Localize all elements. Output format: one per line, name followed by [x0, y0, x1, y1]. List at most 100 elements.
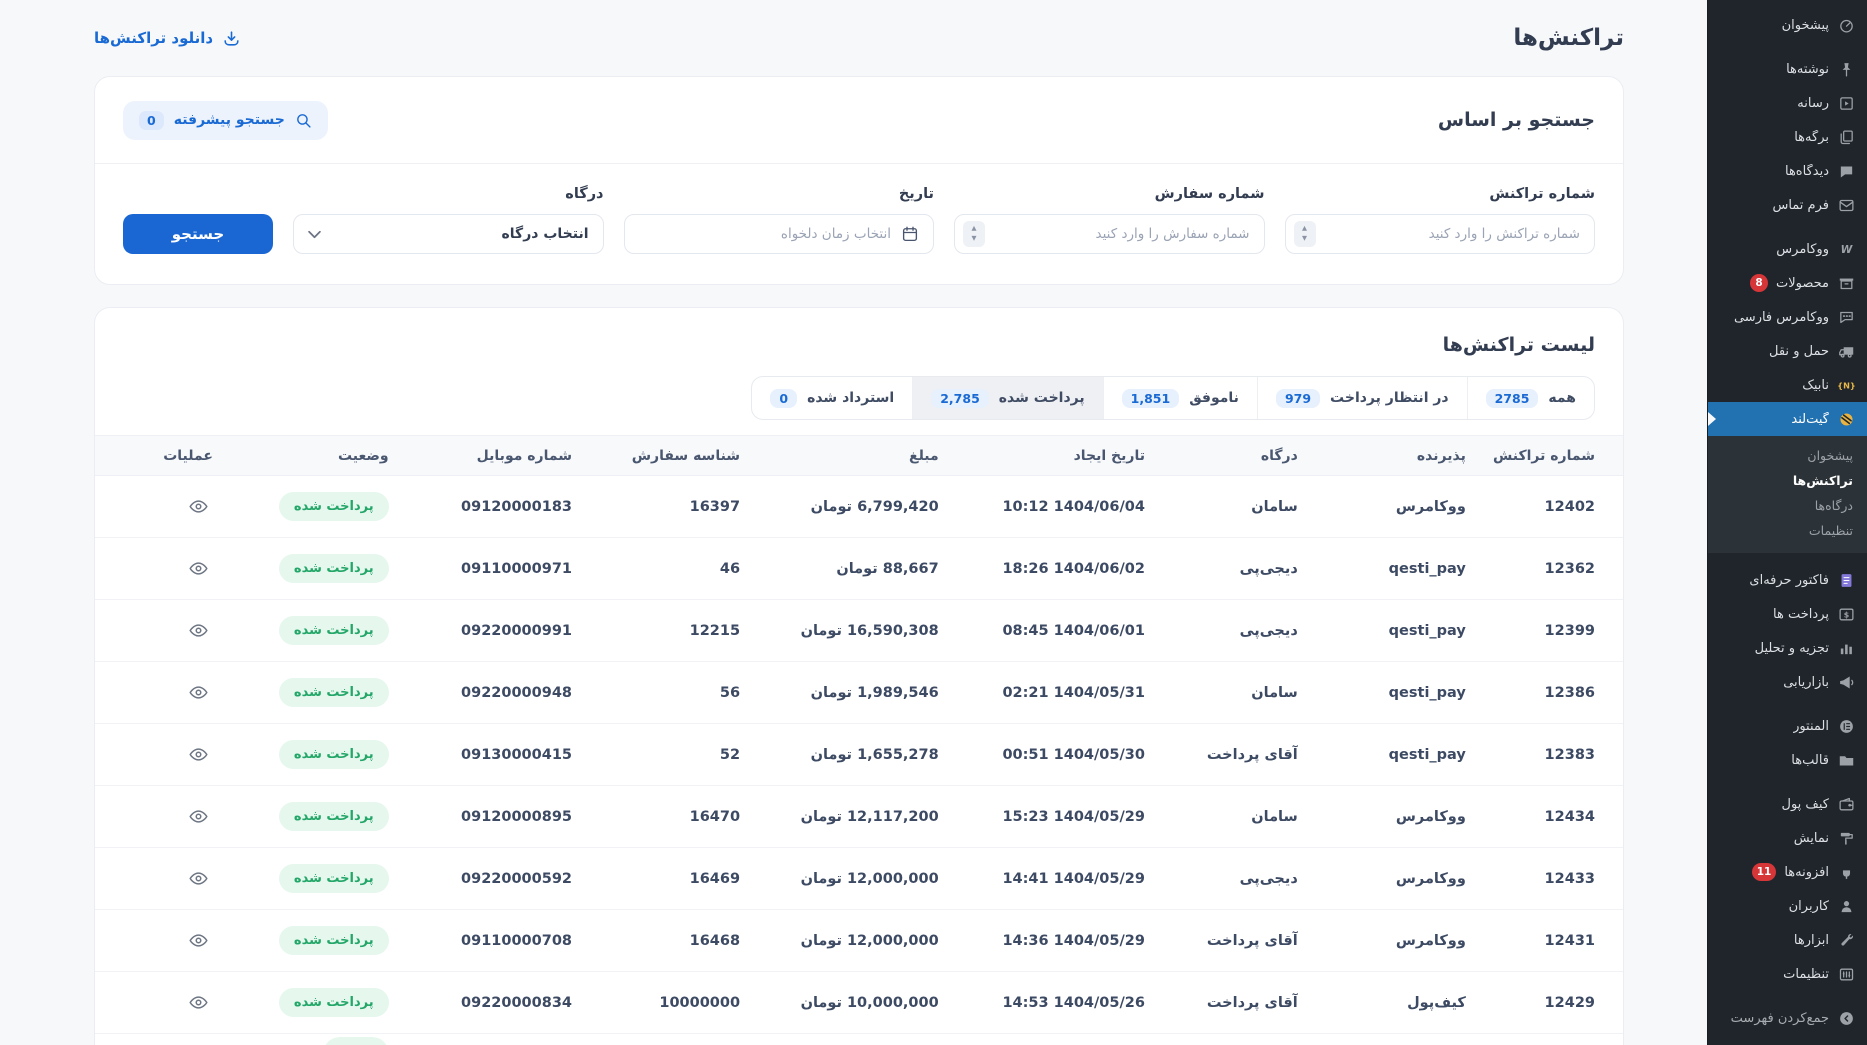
- cell-mobile: 09220000991: [401, 600, 584, 662]
- sidebar-item-collapse-menu[interactable]: جمع‌کردن فهرست: [1708, 1001, 1867, 1035]
- date-input[interactable]: [639, 226, 892, 242]
- sidebar-item-gateland[interactable]: گیت‌لند: [1708, 402, 1867, 436]
- table-row: 12362qesti_payدیجی‌پی18:26 1404/06/0288,…: [95, 538, 1623, 600]
- sidebar-item-payments[interactable]: $پرداخت ها: [1708, 597, 1867, 631]
- cell-transaction-id: 12402: [1478, 476, 1623, 538]
- sidebar-item-wallet[interactable]: کیف پول: [1708, 787, 1867, 821]
- cell-merchant: کیف‌پول: [1310, 972, 1478, 1034]
- cell-mobile: 09120000895: [401, 786, 584, 848]
- cell-merchant: ووکامرس: [1310, 910, 1478, 972]
- sidebar-item-shipping[interactable]: حمل و نقل: [1708, 334, 1867, 368]
- cell-mobile-value: 09110000708: [461, 933, 572, 949]
- sidebar-item-label: حمل و نقل: [1769, 344, 1829, 359]
- sidebar-item-analytics[interactable]: تجزیه و تحلیل: [1708, 631, 1867, 665]
- cell-order-id: 12215: [584, 600, 752, 662]
- sidebar-item-settings[interactable]: تنظیمات: [1708, 957, 1867, 991]
- pages-icon: [1837, 128, 1855, 146]
- sidebar-item-appearance[interactable]: نمایش: [1708, 821, 1867, 855]
- gateway-select[interactable]: انتخاب درگاه: [293, 214, 604, 254]
- tab-failed[interactable]: ناموفق1,851: [1103, 377, 1257, 419]
- sidebar-item-pro-invoice[interactable]: فاکتور حرفه‌ای: [1708, 563, 1867, 597]
- view-transaction-button[interactable]: [184, 864, 213, 893]
- sidebar-item-label: تجزیه و تحلیل: [1755, 641, 1829, 656]
- sidebar-group: فاکتور حرفه‌ای$پرداخت ها تجزیه و تحلیل باز…: [1708, 563, 1867, 699]
- cell-status: پرداخت شده: [225, 476, 401, 538]
- sidebar-item-tools[interactable]: ابزارها: [1708, 923, 1867, 957]
- transaction-number-input[interactable]: [1300, 226, 1581, 242]
- sidebar-item-pages[interactable]: برگه‌ها: [1708, 120, 1867, 154]
- view-transaction-button[interactable]: [184, 802, 213, 831]
- sidebar-item-media[interactable]: رسانه: [1708, 86, 1867, 120]
- sidebar-item-label: فرم تماس: [1772, 198, 1829, 213]
- cell-status: پرداخت شده: [225, 786, 401, 848]
- sidebar-item-nabik[interactable]: {N}نابیک: [1708, 368, 1867, 402]
- dashboard-icon: [1837, 16, 1855, 34]
- woocommerce-icon: W: [1837, 240, 1855, 258]
- cell-created-at: 10:12 1404/06/04: [951, 476, 1157, 538]
- view-transaction-button[interactable]: [184, 554, 213, 583]
- status-badge: پرداخت شده: [279, 864, 389, 893]
- column-header-merchant: پذیرنده: [1310, 436, 1478, 476]
- cell-gateway: سامان: [1157, 662, 1310, 724]
- number-stepper-icon[interactable]: ▲▼: [1294, 221, 1316, 247]
- cell-amount: 10,000,000 تومان: [752, 972, 951, 1034]
- download-icon: [222, 29, 241, 48]
- order-number-input[interactable]: [969, 226, 1250, 242]
- sidebar-item-label: نوشته‌ها: [1786, 62, 1829, 77]
- sidebar-item-dashboard[interactable]: پیشخوان: [1708, 8, 1867, 42]
- tab-all[interactable]: همه2785: [1467, 377, 1594, 419]
- sidebar-item-plugins[interactable]: افزونه‌ها11: [1708, 855, 1867, 889]
- cell-order-id: 46: [584, 538, 752, 600]
- cell-amount: 88,667 تومان: [752, 538, 951, 600]
- sidebar-item-marketing[interactable]: بازاریابی: [1708, 665, 1867, 699]
- cell-order-id: 16468: [584, 910, 752, 972]
- advanced-search-button[interactable]: جستجو پیشرفته 0: [123, 101, 328, 140]
- sidebar-group: نوشته‌ها رسانهبرگه‌هادیدگاه‌ها فرم تماس: [1708, 52, 1867, 222]
- sidebar-item-contact-form[interactable]: فرم تماس: [1708, 188, 1867, 222]
- date-label: تاریخ: [624, 186, 935, 202]
- sidebar-subitem-gateland-transactions[interactable]: تراکنش‌ها: [1708, 468, 1867, 493]
- sidebar-subitem-gateland-gateways[interactable]: درگاه‌ها: [1708, 493, 1867, 518]
- view-transaction-button[interactable]: [184, 988, 213, 1017]
- view-transaction-button[interactable]: [184, 678, 213, 707]
- cell-created-at: 14:53 1404/05/26: [951, 972, 1157, 1034]
- sidebar-subitem-gateland-dashboard[interactable]: پیشخوان: [1708, 443, 1867, 468]
- cell-mobile: 09110000708: [401, 910, 584, 972]
- search-button[interactable]: جستجو: [123, 214, 273, 254]
- collapse-icon: [1837, 1009, 1855, 1027]
- sidebar-item-comments[interactable]: دیدگاه‌ها: [1708, 154, 1867, 188]
- cell-transaction-id: 12386: [1478, 662, 1623, 724]
- download-transactions-link[interactable]: دانلود تراکنش‌ها: [94, 29, 241, 48]
- view-transaction-button[interactable]: [184, 492, 213, 521]
- sidebar-item-posts[interactable]: نوشته‌ها: [1708, 52, 1867, 86]
- view-transaction-button[interactable]: [184, 926, 213, 955]
- filters-row: شماره تراکنش ▲▼ شماره سفارش ▲▼ تاریخ: [95, 164, 1623, 284]
- transactions-table: شماره تراکنشپذیرندهدرگاهتاریخ ایجادمبلغش…: [95, 435, 1623, 1045]
- sidebar-item-label: ووکامرس: [1776, 242, 1829, 257]
- sidebar-item-users[interactable]: کاربران: [1708, 889, 1867, 923]
- table-row: 12402ووکامرسسامان10:12 1404/06/046,799,4…: [95, 476, 1623, 538]
- sidebar-item-woocommerce[interactable]: W ووکامرس: [1708, 232, 1867, 266]
- sidebar-item-templates[interactable]: قالب‌ها: [1708, 743, 1867, 777]
- cell-created-at: 02:21 1404/05/31: [951, 662, 1157, 724]
- tab-refunded[interactable]: استرداد شده0: [752, 377, 912, 419]
- table-row: 12386qesti_payسامان02:21 1404/05/311,989…: [95, 662, 1623, 724]
- cell-amount: 1,989,546 تومان: [752, 662, 951, 724]
- cell-empty: [1157, 1034, 1310, 1045]
- settings-icon: [1837, 965, 1855, 983]
- view-transaction-button[interactable]: [184, 740, 213, 769]
- sidebar-item-elementor[interactable]: المنتور: [1708, 709, 1867, 743]
- tab-paid[interactable]: پرداخت شده2,785: [912, 377, 1102, 419]
- order-number-label: شماره سفارش: [954, 186, 1265, 202]
- tab-pending[interactable]: در انتظار پرداخت979: [1257, 377, 1467, 419]
- view-transaction-button[interactable]: [184, 616, 213, 645]
- sidebar-subitem-gateland-settings[interactable]: تنظیمات: [1708, 518, 1867, 543]
- number-stepper-icon[interactable]: ▲▼: [963, 221, 985, 247]
- sidebar-item-products[interactable]: محصولات8: [1708, 266, 1867, 300]
- advanced-search-label: جستجو پیشرفته: [174, 112, 285, 128]
- sidebar-submenu: پیشخوانتراکنش‌هادرگاه‌هاتنظیمات: [1708, 436, 1867, 553]
- cell-actions: [95, 972, 225, 1034]
- cell-mobile-value: 09220000834: [461, 995, 572, 1011]
- cell-actions: [95, 662, 225, 724]
- sidebar-item-woocommerce-farsi[interactable]: ووکامرس فارسی: [1708, 300, 1867, 334]
